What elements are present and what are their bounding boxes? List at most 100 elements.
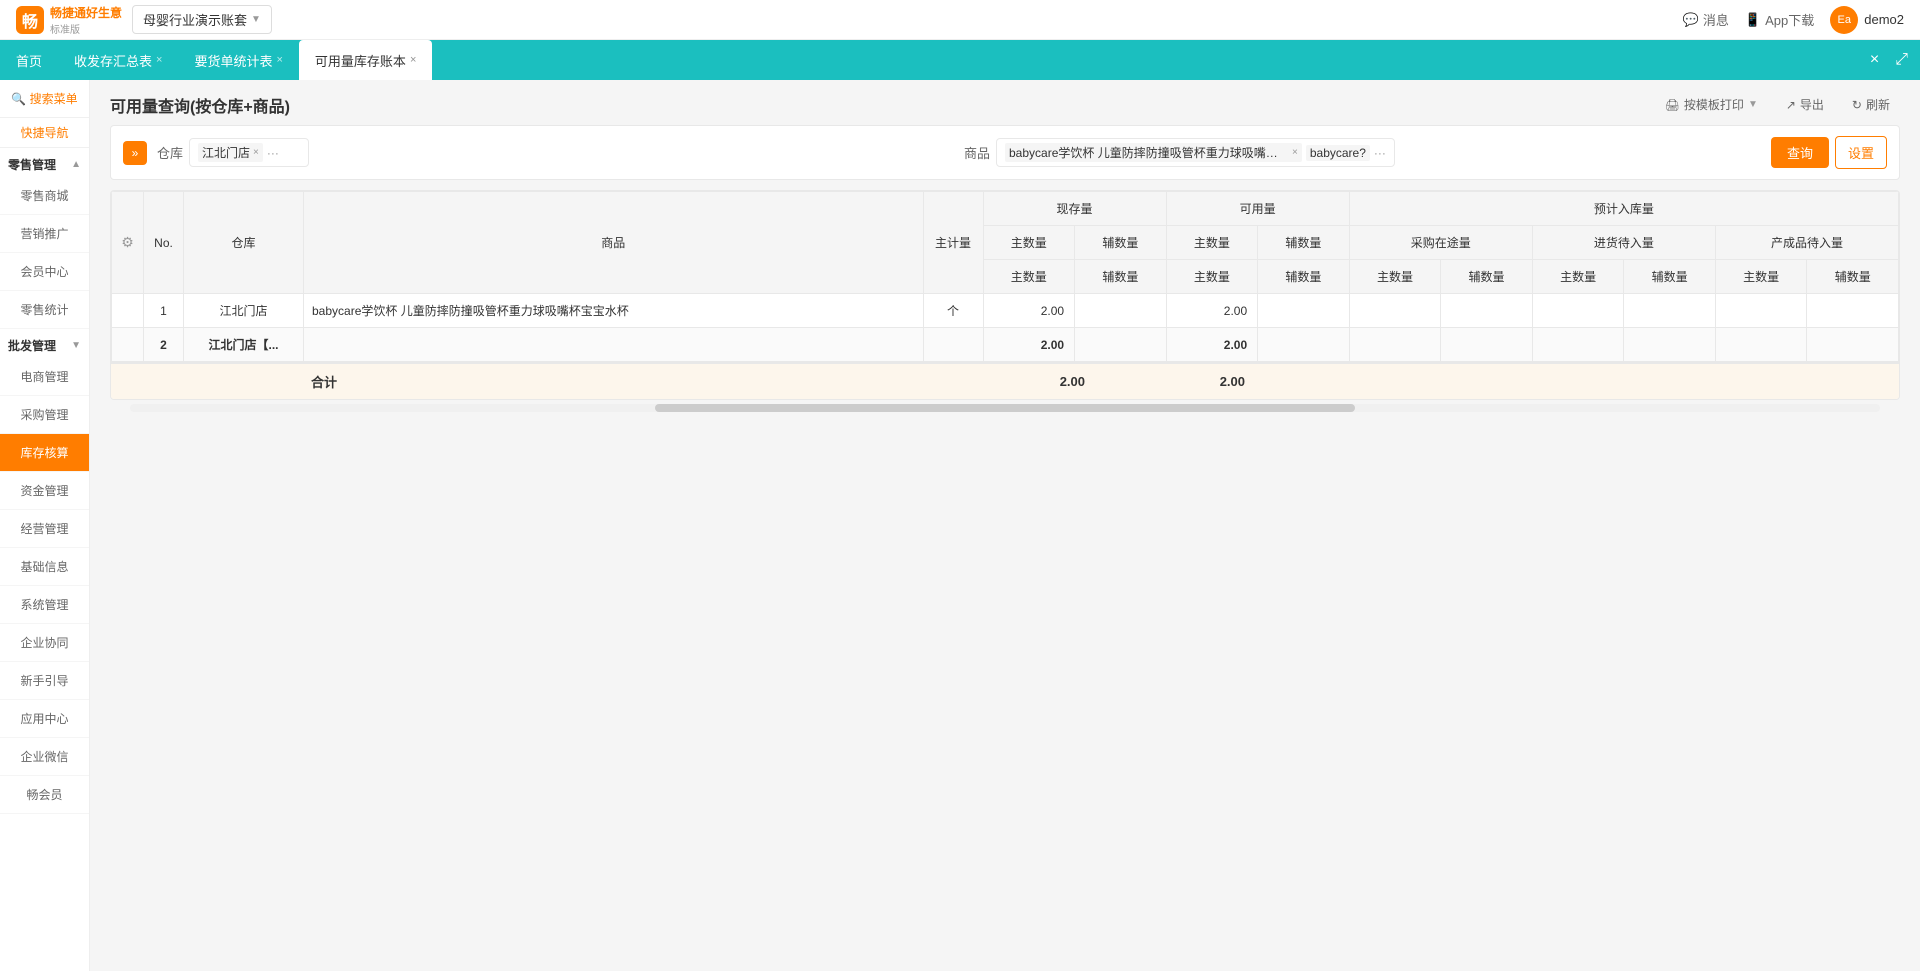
sidebar-item-retail-stats[interactable]: 零售统计	[0, 291, 89, 329]
sidebar-quick-nav[interactable]: 快捷导航	[0, 118, 89, 148]
product-more-icon[interactable]: ···	[1374, 146, 1386, 160]
filter-bar: » 仓库 江北门店 × ··· 商品	[110, 125, 1900, 180]
user-section: Ea demo2	[1830, 6, 1904, 34]
scroll-bar[interactable]	[110, 404, 1900, 424]
row1-stock-main: 2.00	[983, 294, 1075, 328]
print-arrow-icon: ▼	[1748, 99, 1758, 110]
sidebar-item-operations-mgmt[interactable]: 经营管理	[0, 510, 89, 548]
warehouse-tag-value: 江北门店	[202, 144, 250, 161]
sidebar-item-retail-mgmt[interactable]: 零售管理 ▲	[0, 148, 89, 177]
row1-pt-aux	[1441, 294, 1533, 328]
expand-icon: »	[132, 146, 139, 160]
table-row: 2 江北门店【... 2.00 2.00	[112, 328, 1899, 362]
filter-expand-button[interactable]: »	[123, 141, 147, 165]
product-tag-1-remove[interactable]: ×	[1292, 147, 1298, 158]
tab-receive-summary[interactable]: 收发存汇总表 ×	[58, 40, 178, 80]
th-cs-aux: 辅数量	[1075, 260, 1167, 294]
tab-home[interactable]: 首页	[0, 40, 58, 80]
logo-text: 畅捷通好生意	[50, 4, 122, 21]
th-fp-main: 主数量	[1715, 260, 1807, 294]
sidebar: 🔍 搜索菜单 快捷导航 零售管理 ▲ 零售商城 营销推广 会员中心 零售统计 批…	[0, 80, 90, 971]
sidebar-item-enterprise-wechat[interactable]: 企业微信	[0, 738, 89, 776]
search-icon: 🔍	[11, 92, 26, 106]
th-current-stock: 现存量	[983, 192, 1166, 226]
row2-unit	[923, 328, 983, 362]
sidebar-item-marketing[interactable]: 营销推广	[0, 215, 89, 253]
row1-stock-aux	[1075, 294, 1167, 328]
footer-avail-main: 2.00	[1175, 374, 1255, 389]
row2-product	[304, 328, 924, 362]
th-stock-aux: 辅数量	[1075, 226, 1167, 260]
warehouse-more-icon[interactable]: ···	[267, 146, 279, 160]
maximize-button[interactable]: ⤢	[1891, 47, 1912, 73]
sidebar-item-ecommerce-mgmt[interactable]: 电商管理	[0, 358, 89, 396]
sidebar-item-inventory-check[interactable]: 库存核算	[0, 434, 89, 472]
sidebar-item-vip-member[interactable]: 畅会员	[0, 776, 89, 814]
tab-home-label: 首页	[16, 51, 42, 70]
sidebar-item-wholesale-mgmt[interactable]: 批发管理 ▼	[0, 329, 89, 358]
sidebar-basic-info-label: 基础信息	[20, 558, 68, 575]
logo: 畅 畅捷通好生意 标准版	[16, 4, 122, 36]
refresh-button[interactable]: ↻ 刷新	[1842, 92, 1900, 117]
table-area: ⚙ No. 仓库 商品 主计量 现存量 可用量 预计入库量 主数量	[110, 190, 1900, 400]
close-all-tabs-button[interactable]: ×	[1866, 47, 1883, 73]
app-icon: 📱	[1745, 12, 1761, 28]
sidebar-item-app-center[interactable]: 应用中心	[0, 700, 89, 738]
industry-selector[interactable]: 母婴行业演示账套 ▼	[132, 5, 272, 34]
sidebar-item-member-center[interactable]: 会员中心	[0, 253, 89, 291]
message-label: 消息	[1703, 10, 1729, 29]
col-settings-button[interactable]: ⚙	[121, 234, 134, 250]
print-icon: 🖨	[1665, 98, 1680, 112]
logo-subtitle: 标准版	[50, 21, 122, 36]
th-planned-inbound: 预计入库量	[1349, 192, 1898, 226]
logo-icon: 畅	[16, 6, 44, 34]
export-button[interactable]: ↗ 导出	[1776, 92, 1834, 117]
row2-pt-aux	[1441, 328, 1533, 362]
product-input[interactable]: babycare学饮杯 儿童防摔防撞吸管杯重力球吸嘴杯宝宝水杯 × babyca…	[996, 138, 1395, 167]
sidebar-item-basic-info[interactable]: 基础信息	[0, 548, 89, 586]
username[interactable]: demo2	[1864, 12, 1904, 27]
sidebar-quick-nav-label: 快捷导航	[20, 126, 68, 140]
row2-warehouse: 江北门店【...	[184, 328, 304, 362]
chevron-up-icon: ▲	[71, 159, 81, 170]
main-layout: 🔍 搜索菜单 快捷导航 零售管理 ▲ 零售商城 营销推广 会员中心 零售统计 批…	[0, 80, 1920, 971]
page-title: 可用量查询(按仓库+商品)	[110, 93, 290, 117]
warehouse-tag-remove[interactable]: ×	[253, 147, 259, 158]
app-download-button[interactable]: 📱 App下载	[1745, 10, 1814, 29]
warehouse-input[interactable]: 江北门店 × ···	[189, 138, 309, 167]
row1-product: babycare学饮杯 儿童防摔防撞吸管杯重力球吸嘴杯宝宝水杯	[304, 294, 924, 328]
tab-order-stats-close[interactable]: ×	[276, 54, 282, 66]
sidebar-app-center-label: 应用中心	[20, 710, 68, 727]
row1-no: 1	[144, 294, 184, 328]
message-button[interactable]: 💬 消息	[1683, 10, 1729, 29]
tab-available-stock-close[interactable]: ×	[410, 54, 416, 66]
tab-order-stats[interactable]: 要货单统计表 ×	[178, 40, 298, 80]
sidebar-item-system-mgmt[interactable]: 系统管理	[0, 586, 89, 624]
row1-unit: 个	[923, 294, 983, 328]
tab-receive-summary-close[interactable]: ×	[156, 54, 162, 66]
row2-pp-aux	[1624, 328, 1716, 362]
sidebar-search-label: 搜索菜单	[30, 92, 78, 106]
sidebar-item-finance-mgmt[interactable]: 资金管理	[0, 472, 89, 510]
sidebar-new-guide-label: 新手引导	[20, 672, 68, 689]
sidebar-enterprise-wechat-label: 企业微信	[20, 748, 68, 765]
tab-receive-summary-label: 收发存汇总表	[74, 51, 152, 70]
avatar: Ea	[1830, 6, 1858, 34]
print-button[interactable]: 🖨 按模板打印 ▼	[1655, 92, 1768, 117]
query-button[interactable]: 查询	[1771, 137, 1829, 168]
sidebar-wholesale-label: 批发管理	[8, 337, 56, 354]
th-purchase-pending: 进货待入量	[1532, 226, 1715, 260]
chevron-down-icon: ▼	[71, 340, 81, 351]
sidebar-item-purchase-mgmt[interactable]: 采购管理	[0, 396, 89, 434]
sidebar-item-enterprise-collab[interactable]: 企业协同	[0, 624, 89, 662]
page-content: 可用量查询(按仓库+商品) 🖨 按模板打印 ▼ ↗ 导出 ↻ 刷新	[90, 80, 1920, 971]
row2-pt-main	[1349, 328, 1441, 362]
scroll-track	[130, 404, 1880, 412]
sidebar-search[interactable]: 🔍 搜索菜单	[0, 80, 89, 118]
sidebar-item-new-guide[interactable]: 新手引导	[0, 662, 89, 700]
tab-available-stock[interactable]: 可用量库存账本 ×	[299, 40, 432, 80]
sidebar-retail-mall-label: 零售商城	[20, 187, 68, 204]
th-warehouse: 仓库	[184, 192, 304, 294]
sidebar-item-retail-mall[interactable]: 零售商城	[0, 177, 89, 215]
settings-button[interactable]: 设置	[1835, 136, 1887, 169]
